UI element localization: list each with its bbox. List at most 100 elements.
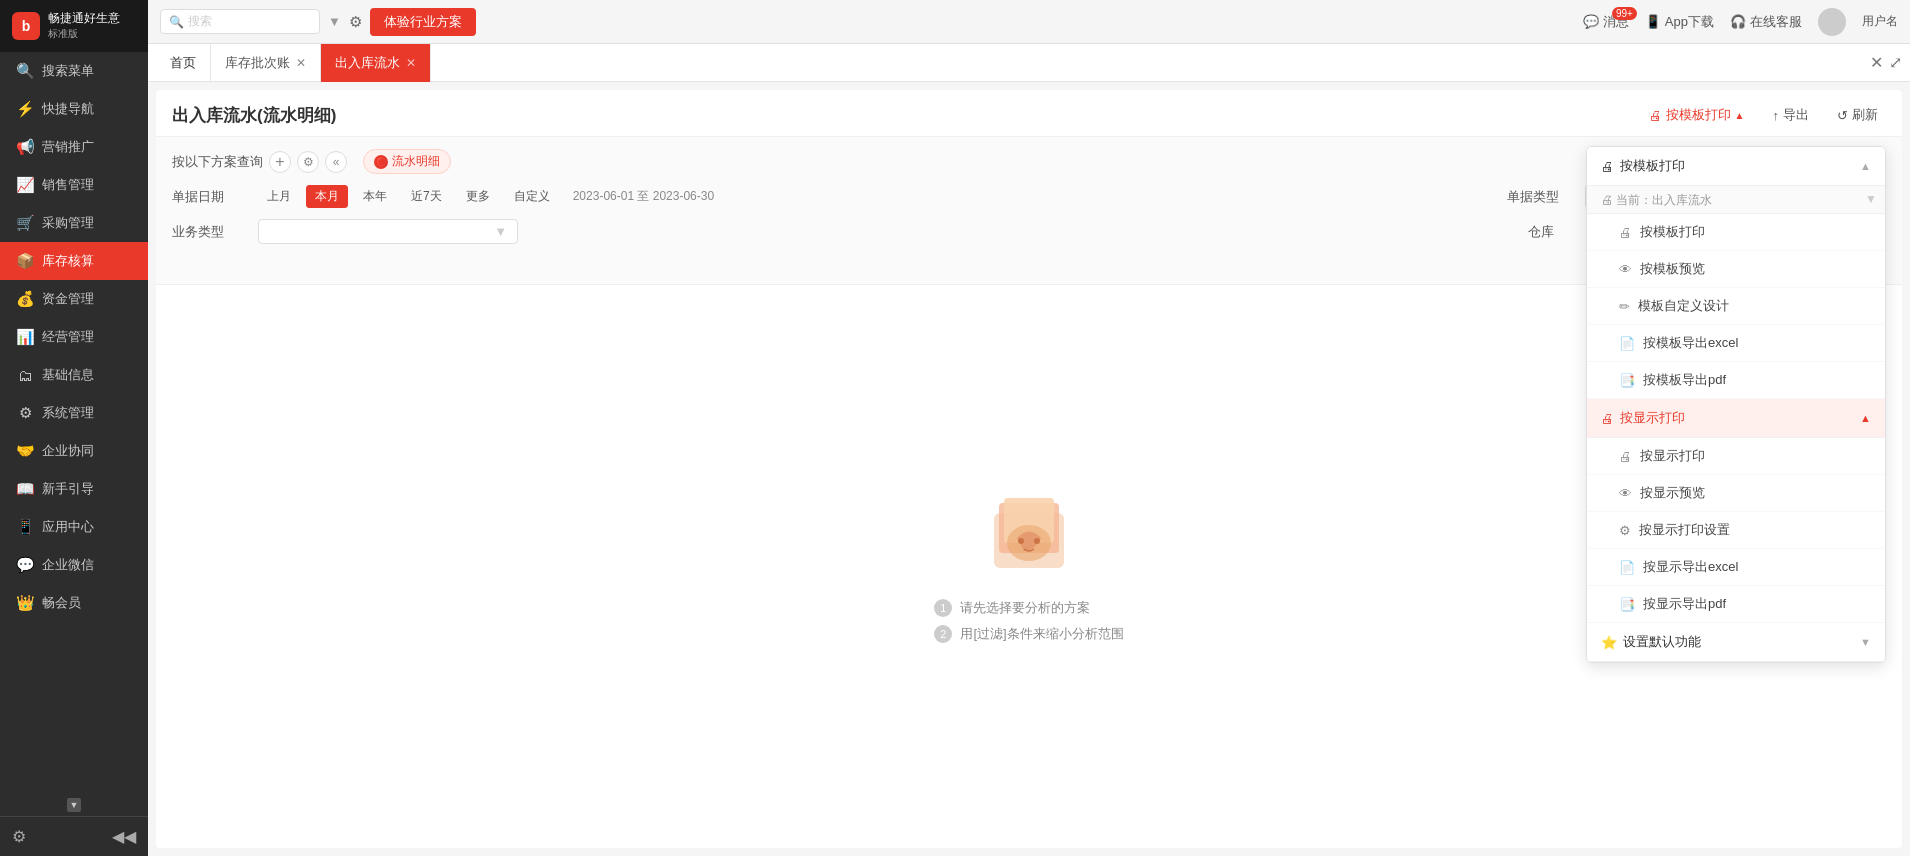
biz-type-label: 业务类型 bbox=[172, 223, 242, 241]
topbar-left: 🔍 搜索 ▼ ⚙ 体验行业方案 bbox=[160, 8, 476, 36]
dropdown-item-display-print[interactable]: 🖨 按显示打印 bbox=[1587, 438, 1885, 475]
date-btn-current-month[interactable]: 本月 bbox=[306, 185, 348, 208]
dropdown-item-template-preview[interactable]: 👁 按模板预览 bbox=[1587, 251, 1885, 288]
logo-icon: b bbox=[12, 12, 40, 40]
sidebar-item-marketing[interactable]: 📢 营销推广 bbox=[0, 128, 148, 166]
date-label: 单据日期 bbox=[172, 188, 242, 206]
dropdown-item-display-print-settings[interactable]: ⚙ 按显示打印设置 bbox=[1587, 512, 1885, 549]
sidebar-nav: 🔍 搜索菜单 ⚡ 快捷导航 📢 营销推广 📈 销售管理 🛒 采购管理 📦 库存核… bbox=[0, 52, 148, 794]
topbar-dropdown-icon[interactable]: ▼ bbox=[328, 14, 341, 29]
dropdown-display-print-header[interactable]: 🖨 按显示打印 ▲ bbox=[1587, 399, 1885, 438]
display-section-arrow: ▲ bbox=[1860, 412, 1871, 424]
empty-step-2: 2 用[过滤]条件来缩小分析范围 bbox=[934, 625, 1123, 643]
online-service-btn[interactable]: 🎧 在线客服 bbox=[1730, 13, 1802, 31]
date-btn-more[interactable]: 更多 bbox=[457, 185, 499, 208]
close-inventory-flow-icon[interactable]: ✕ bbox=[406, 56, 416, 70]
tab-inventory-flow[interactable]: 出入库流水 ✕ bbox=[321, 44, 431, 82]
page-header: 出入库流水(流水明细) 🖨 按模板打印 ▲ ↑ 导出 ↺ 刷新 bbox=[156, 90, 1902, 137]
template-custom-icon: ✏ bbox=[1619, 299, 1630, 314]
date-range: 2023-06-01 至 2023-06-30 bbox=[573, 188, 714, 205]
template-print-icon: 🖨 bbox=[1619, 225, 1632, 240]
set-default-icon: ⭐ bbox=[1601, 635, 1617, 650]
active-filter-tag[interactable]: ⭕ 流水明细 bbox=[363, 149, 451, 174]
user-avatar[interactable] bbox=[1818, 8, 1846, 36]
template-pdf-icon: 📑 bbox=[1619, 373, 1635, 388]
date-btn-current-year[interactable]: 本年 bbox=[354, 185, 396, 208]
message-btn[interactable]: 💬 消息 99+ bbox=[1583, 13, 1629, 31]
topbar-search-box[interactable]: 🔍 搜索 bbox=[160, 9, 320, 34]
filter-condition-label: 按以下方案查询 bbox=[172, 153, 263, 171]
maximize-icon[interactable]: ⤢ bbox=[1889, 53, 1902, 72]
dropdown-item-template-export-pdf[interactable]: 📑 按模板导出pdf bbox=[1587, 362, 1885, 399]
main-wrapper: 🔍 搜索 ▼ ⚙ 体验行业方案 💬 消息 99+ 📱 App下载 🎧 在线客服 … bbox=[148, 0, 1910, 856]
close-inventory-batch-icon[interactable]: ✕ bbox=[296, 56, 306, 70]
sidebar-item-quick-nav[interactable]: ⚡ 快捷导航 bbox=[0, 90, 148, 128]
sidebar-item-basic[interactable]: 🗂 基础信息 bbox=[0, 356, 148, 394]
filter-collapse-btn[interactable]: « bbox=[325, 151, 347, 173]
add-filter-btn[interactable]: + bbox=[269, 151, 291, 173]
dropdown-item-template-print[interactable]: 🖨 按模板打印 bbox=[1587, 214, 1885, 251]
topbar-gear-icon[interactable]: ⚙ bbox=[349, 13, 362, 31]
sidebar-item-purchase[interactable]: 🛒 采购管理 bbox=[0, 204, 148, 242]
page-header-actions: 🖨 按模板打印 ▲ ↑ 导出 ↺ 刷新 bbox=[1641, 102, 1886, 128]
date-btn-custom[interactable]: 自定义 bbox=[505, 185, 559, 208]
template-excel-icon: 📄 bbox=[1619, 336, 1635, 351]
quick-nav-icon: ⚡ bbox=[16, 100, 34, 118]
app-download-btn[interactable]: 📱 App下载 bbox=[1645, 13, 1714, 31]
dropdown-item-display-export-pdf[interactable]: 📑 按显示导出pdf bbox=[1587, 586, 1885, 623]
dropdown-item-template-export-excel[interactable]: 📄 按模板导出excel bbox=[1587, 325, 1885, 362]
sidebar-item-system[interactable]: ⚙ 系统管理 bbox=[0, 394, 148, 432]
template-preview-icon: 👁 bbox=[1619, 262, 1632, 277]
sidebar-item-wechat[interactable]: 💬 企业微信 bbox=[0, 546, 148, 584]
wechat-icon: 💬 bbox=[16, 556, 34, 574]
headset-icon: 🎧 bbox=[1730, 14, 1746, 29]
dropdown-item-display-export-excel[interactable]: 📄 按显示导出excel bbox=[1587, 549, 1885, 586]
date-btn-last-7-days[interactable]: 近7天 bbox=[402, 185, 451, 208]
close-all-tabs-icon[interactable]: ✕ bbox=[1870, 53, 1883, 72]
dropdown-template-print-header[interactable]: 🖨 按模板打印 ▲ bbox=[1587, 147, 1885, 186]
sidebar-item-guide[interactable]: 📖 新手引导 bbox=[0, 470, 148, 508]
empty-illustration bbox=[969, 483, 1089, 583]
sidebar-item-sales[interactable]: 📈 销售管理 bbox=[0, 166, 148, 204]
filter-controls: 按以下方案查询 + ⚙ « bbox=[172, 151, 347, 173]
sidebar-item-enterprise[interactable]: 🤝 企业协同 bbox=[0, 432, 148, 470]
tabbar: 首页 库存批次账 ✕ 出入库流水 ✕ ✕ ⤢ bbox=[148, 44, 1910, 82]
dropdown-item-display-preview[interactable]: 👁 按显示预览 bbox=[1587, 475, 1885, 512]
export-btn[interactable]: ↑ 导出 bbox=[1765, 102, 1818, 128]
date-shortcuts: 上月 本月 本年 近7天 更多 自定义 2023-06-01 至 2023-06… bbox=[258, 185, 714, 208]
export-icon: ↑ bbox=[1773, 108, 1780, 123]
marketing-icon: 📢 bbox=[16, 138, 34, 156]
settings-gear-icon[interactable]: ⚙ bbox=[12, 827, 26, 846]
filter-settings-btn[interactable]: ⚙ bbox=[297, 151, 319, 173]
sidebar-item-finance[interactable]: 💰 资金管理 bbox=[0, 280, 148, 318]
trial-btn[interactable]: 体验行业方案 bbox=[370, 8, 476, 36]
print-template-btn[interactable]: 🖨 按模板打印 ▲ bbox=[1641, 102, 1753, 128]
finance-icon: 💰 bbox=[16, 290, 34, 308]
dropdown-item-template-custom[interactable]: ✏ 模板自定义设计 bbox=[1587, 288, 1885, 325]
member-icon: 👑 bbox=[16, 594, 34, 612]
sidebar-item-app-center[interactable]: 📱 应用中心 bbox=[0, 508, 148, 546]
sidebar-item-inventory[interactable]: 📦 库存核算 bbox=[0, 242, 148, 280]
user-name: 用户名 bbox=[1862, 13, 1898, 30]
collapse-icon[interactable]: ◀◀ bbox=[112, 827, 136, 846]
scroll-down-arrow[interactable]: ▼ bbox=[67, 798, 81, 812]
app-center-icon: 📱 bbox=[16, 518, 34, 536]
svg-point-4 bbox=[1018, 538, 1024, 544]
refresh-btn[interactable]: ↺ 刷新 bbox=[1829, 102, 1886, 128]
display-pdf-icon: 📑 bbox=[1619, 597, 1635, 612]
date-btn-last-month[interactable]: 上月 bbox=[258, 185, 300, 208]
dropdown-set-default-header[interactable]: ⭐ 设置默认功能 ▼ bbox=[1587, 623, 1885, 662]
logo-text: 畅捷通好生意 标准版 bbox=[48, 11, 120, 41]
enterprise-icon: 🤝 bbox=[16, 442, 34, 460]
sidebar-item-member[interactable]: 👑 畅会员 bbox=[0, 584, 148, 622]
set-default-arrow: ▼ bbox=[1860, 636, 1871, 648]
sidebar-item-operation[interactable]: 📊 经营管理 bbox=[0, 318, 148, 356]
tab-home[interactable]: 首页 bbox=[156, 44, 211, 82]
biz-type-select[interactable]: ▼ bbox=[258, 219, 518, 244]
tab-inventory-batch[interactable]: 库存批次账 ✕ bbox=[211, 44, 321, 82]
topbar: 🔍 搜索 ▼ ⚙ 体验行业方案 💬 消息 99+ 📱 App下载 🎧 在线客服 … bbox=[148, 0, 1910, 44]
page-content: 出入库流水(流水明细) 🖨 按模板打印 ▲ ↑ 导出 ↺ 刷新 bbox=[156, 90, 1902, 848]
sidebar-item-search[interactable]: 🔍 搜索菜单 bbox=[0, 52, 148, 90]
printer-icon: 🖨 bbox=[1649, 108, 1662, 123]
topbar-search-icon: 🔍 bbox=[169, 15, 184, 29]
